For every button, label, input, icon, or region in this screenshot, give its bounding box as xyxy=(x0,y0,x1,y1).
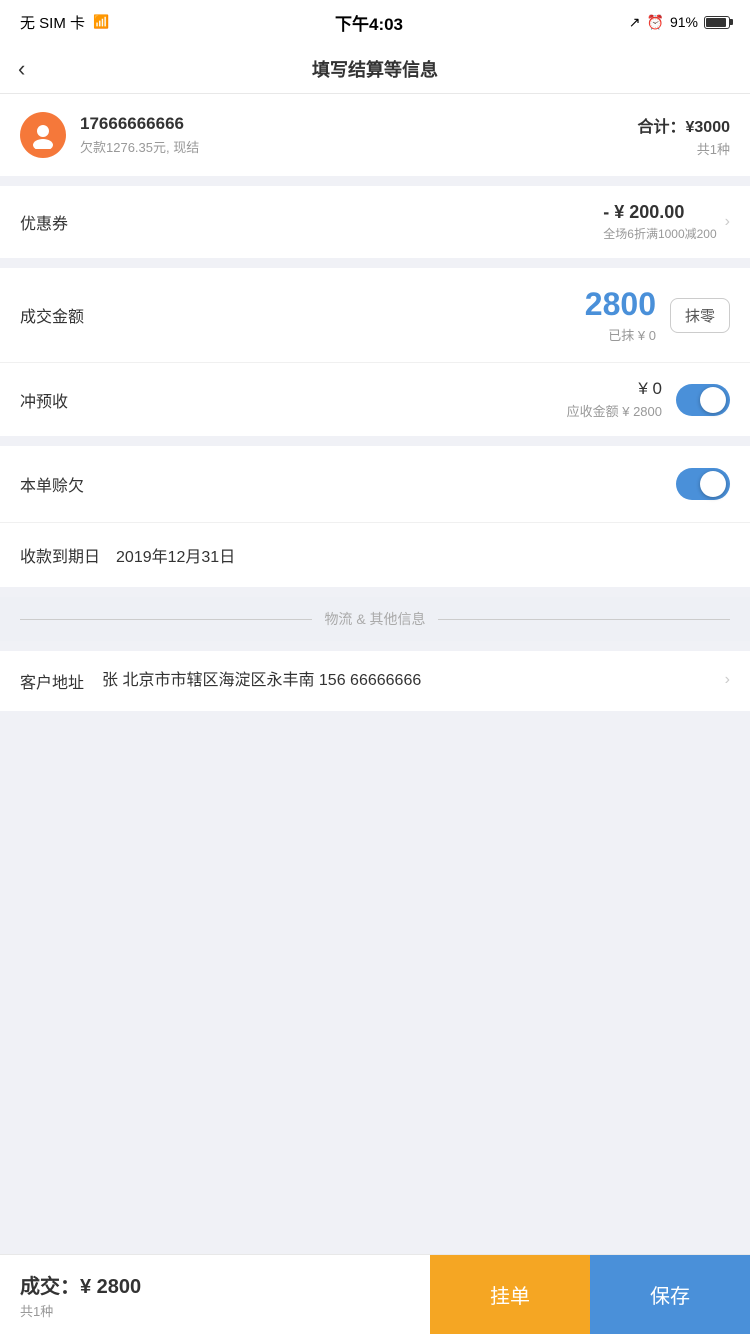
address-arrow-icon: › xyxy=(725,671,730,689)
prepay-sub: 应收金额 ¥ 2800 xyxy=(567,401,662,420)
deal-amount-right: 2800 已抹 ¥ 0 抹零 xyxy=(585,286,730,344)
arrearage-label: 本单赊欠 xyxy=(20,472,84,496)
bottom-count: 共1种 xyxy=(20,1301,410,1320)
page-title: 填写结算等信息 xyxy=(312,56,438,82)
total-amount: 合计：¥3000 xyxy=(638,113,731,137)
bottom-deal-amount: ¥ 2800 xyxy=(80,1276,141,1298)
toggle-knob xyxy=(700,387,726,413)
bottom-bar: 成交：¥ 2800 共1种 挂单 保存 xyxy=(0,1254,750,1334)
deal-amount-sub: 已抹 ¥ 0 xyxy=(585,325,656,344)
arrearage-toggle-knob xyxy=(700,471,726,497)
status-bar: 无 SIM 卡 📶 下午4:03 ↗ ⏰ 91% xyxy=(0,0,750,44)
customer-info: 17666666666 欠款1276.35元, 现结 xyxy=(20,112,199,158)
bottom-deal: 成交：¥ 2800 xyxy=(20,1270,410,1299)
sim-label: 无 SIM 卡 xyxy=(20,12,85,33)
divider-line-right xyxy=(438,619,730,620)
alarm-icon: ⏰ xyxy=(647,14,664,31)
address-label: 客户地址 xyxy=(20,669,84,693)
status-left: 无 SIM 卡 📶 xyxy=(20,12,109,33)
status-time: 下午4:03 xyxy=(335,10,403,35)
prepay-label: 冲预收 xyxy=(20,388,68,412)
customer-total: 合计：¥3000 共1种 xyxy=(638,113,731,158)
customer-sub: 欠款1276.35元, 现结 xyxy=(80,137,199,156)
prepay-right: ¥ 0 应收金额 ¥ 2800 xyxy=(567,379,730,420)
address-value: 张 北京市市辖区海淀区永丰南 156 66666666 xyxy=(102,669,715,693)
status-right: ↗ ⏰ 91% xyxy=(629,14,730,31)
coupon-desc: 全场6折满1000减200 xyxy=(603,225,716,242)
wifi-icon: 📶 xyxy=(93,14,109,30)
back-button[interactable]: ‹ xyxy=(18,56,25,82)
round-button[interactable]: 抹零 xyxy=(670,298,730,333)
arrearage-toggle[interactable] xyxy=(676,468,730,500)
deal-amount-row: 成交金额 2800 已抹 ¥ 0 抹零 xyxy=(0,268,750,362)
customer-phone: 17666666666 xyxy=(80,114,199,134)
divider-line-left xyxy=(20,619,312,620)
battery-icon xyxy=(704,16,730,29)
bottom-deal-prefix: 成交： xyxy=(20,1276,80,1298)
customer-details: 17666666666 欠款1276.35元, 现结 xyxy=(80,114,199,156)
save-button[interactable]: 保存 xyxy=(590,1255,750,1334)
bottom-summary: 成交：¥ 2800 共1种 xyxy=(0,1270,430,1320)
nav-icon: ↗ xyxy=(629,14,641,31)
prepay-row: 冲预收 ¥ 0 应收金额 ¥ 2800 xyxy=(0,362,750,436)
deal-amount-label: 成交金额 xyxy=(20,303,84,327)
arrearage-section: 本单赊欠 收款到期日 2019年12月31日 xyxy=(0,446,750,587)
arrearage-row: 本单赊欠 xyxy=(0,446,750,522)
due-date-label: 收款到期日 xyxy=(20,543,100,567)
logistics-label: 物流 & 其他信息 xyxy=(324,609,425,629)
deal-amount-value: 2800 xyxy=(585,286,656,323)
coupon-discount: - ¥ 200.00 xyxy=(603,202,716,223)
gray-area xyxy=(0,711,750,801)
content: 17666666666 欠款1276.35元, 现结 合计：¥3000 共1种 … xyxy=(0,94,750,891)
pending-button[interactable]: 挂单 xyxy=(430,1255,590,1334)
coupon-right: - ¥ 200.00 全场6折满1000减200 › xyxy=(603,202,730,242)
header: ‹ 填写结算等信息 xyxy=(0,44,750,94)
coupon-row[interactable]: 优惠券 - ¥ 200.00 全场6折满1000减200 › xyxy=(0,186,750,258)
prepay-toggle[interactable] xyxy=(676,384,730,416)
prepay-amount: ¥ 0 xyxy=(567,379,662,399)
coupon-arrow-icon: › xyxy=(725,213,730,231)
avatar xyxy=(20,112,66,158)
address-row[interactable]: 客户地址 张 北京市市辖区海淀区永丰南 156 66666666 › xyxy=(0,651,750,711)
battery-percent: 91% xyxy=(670,14,698,30)
logistics-divider: 物流 & 其他信息 xyxy=(0,597,750,641)
coupon-label: 优惠券 xyxy=(20,210,68,234)
customer-card: 17666666666 欠款1276.35元, 现结 合计：¥3000 共1种 xyxy=(0,94,750,176)
due-date-value: 2019年12月31日 xyxy=(116,543,235,567)
deal-section: 成交金额 2800 已抹 ¥ 0 抹零 冲预收 ¥ 0 应收金额 ¥ 2800 xyxy=(0,268,750,436)
total-count: 共1种 xyxy=(638,139,731,158)
due-date-row: 收款到期日 2019年12月31日 xyxy=(0,522,750,587)
